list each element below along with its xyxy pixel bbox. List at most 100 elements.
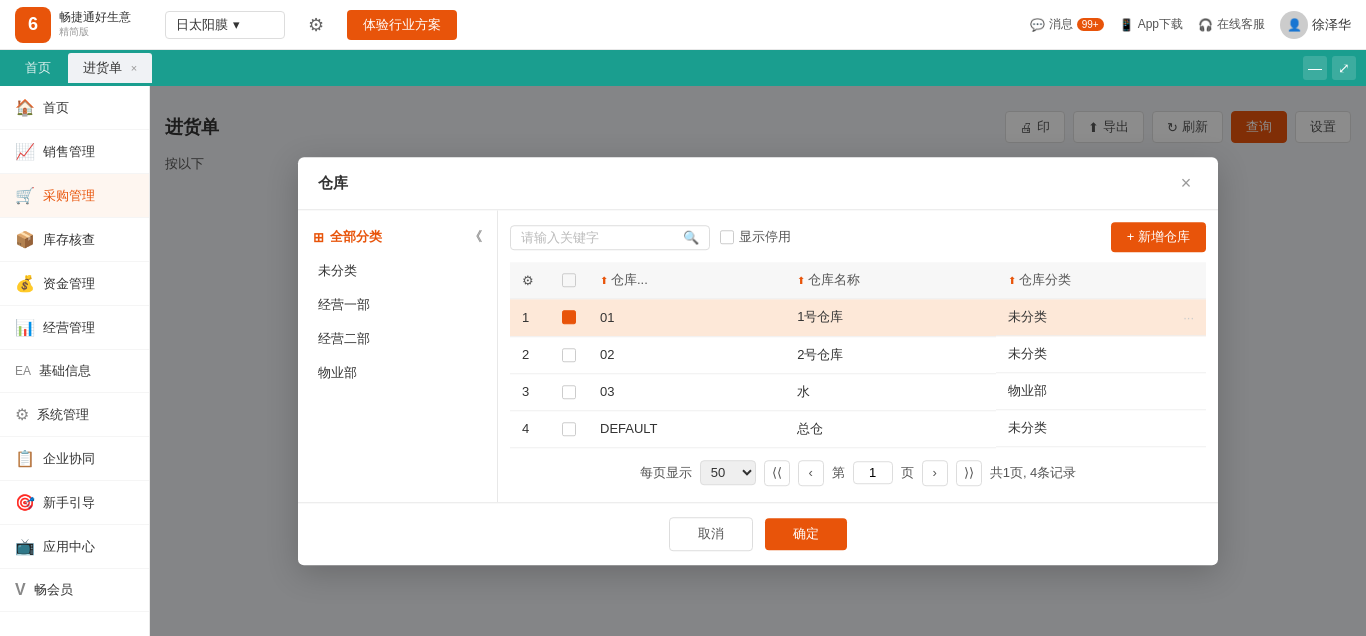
cat-item-property[interactable]: 物业部	[298, 356, 497, 390]
th-category: ⬆ 仓库分类	[996, 262, 1206, 299]
sales-icon: 📈	[15, 142, 35, 161]
show-disabled-checkbox-wrap[interactable]: 显示停用	[720, 228, 791, 246]
message-icon: 💬	[1030, 18, 1045, 32]
th-settings: ⚙	[510, 262, 550, 299]
table-row[interactable]: 1 01 1号仓库 未分类 ···	[510, 299, 1206, 337]
apps-icon: 📺	[15, 537, 35, 556]
avatar: 👤	[1280, 11, 1308, 39]
sidebar-item-purchase[interactable]: 🛒 采购管理	[0, 174, 149, 218]
sidebar-item-basic-info[interactable]: EA 基础信息	[0, 350, 149, 393]
page-last-btn[interactable]: ⟩⟩	[956, 460, 982, 486]
warehouse-table: ⚙ ⬆ 仓库...	[510, 262, 1206, 448]
row-name: 总仓	[785, 410, 995, 447]
row-checkbox[interactable]	[562, 311, 576, 325]
row-code: 02	[588, 336, 785, 373]
category-collapse-button[interactable]: 《	[469, 228, 482, 246]
page-prev-btn[interactable]: ‹	[798, 460, 824, 486]
sidebar-item-guide[interactable]: 🎯 新手引导	[0, 481, 149, 525]
row-checkbox[interactable]	[562, 348, 576, 362]
category-header[interactable]: ⊞ 全部分类 《	[298, 220, 497, 254]
online-service-area[interactable]: 🎧 在线客服	[1198, 16, 1265, 33]
message-badge: 99+	[1077, 18, 1104, 31]
show-disabled-checkbox[interactable]	[720, 230, 734, 244]
message-label: 消息	[1049, 16, 1073, 33]
sidebar-item-vip[interactable]: V 畅会员	[0, 569, 149, 612]
sidebar-item-enterprise[interactable]: 📋 企业协同	[0, 437, 149, 481]
enterprise-icon: 📋	[15, 449, 35, 468]
sidebar-item-purchase-label: 采购管理	[43, 187, 95, 205]
system-icon: ⚙	[15, 405, 29, 424]
th-code-sort-icon: ⬆	[600, 275, 608, 286]
row-code: 03	[588, 373, 785, 410]
headphone-icon: 🎧	[1198, 18, 1213, 32]
sidebar-item-system-label: 系统管理	[37, 406, 89, 424]
nav-tab-home-label: 首页	[25, 60, 51, 75]
page-size-select[interactable]: 50 10 20 100	[700, 460, 756, 485]
guide-icon: 🎯	[15, 493, 35, 512]
row-name: 水	[785, 373, 995, 410]
user-area[interactable]: 👤 徐泽华	[1280, 11, 1351, 39]
row-checkbox-cell	[550, 299, 588, 337]
modal-body: ⊞ 全部分类 《 未分类 经营一部 经营二部 物业部	[298, 210, 1218, 502]
sidebar-item-finance[interactable]: 💰 资金管理	[0, 262, 149, 306]
sidebar-item-sales[interactable]: 📈 销售管理	[0, 130, 149, 174]
row-num: 3	[510, 373, 550, 410]
table-area: 🔍 显示停用 + 新增仓库 ⚙	[498, 210, 1218, 502]
cat-item-operations-1[interactable]: 经营一部	[298, 288, 497, 322]
modal-header: 仓库 ×	[298, 157, 1218, 210]
sidebar-item-system[interactable]: ⚙ 系统管理	[0, 393, 149, 437]
page-number-input[interactable]	[853, 461, 893, 484]
cancel-button[interactable]: 取消	[669, 517, 753, 551]
vip-icon: V	[15, 581, 26, 599]
cat-item-unclassified[interactable]: 未分类	[298, 254, 497, 288]
trial-button[interactable]: 体验行业方案	[347, 10, 457, 40]
header-checkbox[interactable]	[562, 273, 576, 287]
header-settings-icon[interactable]: ⚙	[300, 9, 332, 41]
store-selector[interactable]: 日太阳膜 ▾	[165, 11, 285, 39]
search-icon[interactable]: 🔍	[683, 230, 699, 245]
row-category: 未分类 ···	[996, 299, 1206, 336]
sidebar-item-inventory[interactable]: 📦 库存核查	[0, 218, 149, 262]
row-actions-icon[interactable]: ···	[1183, 310, 1194, 325]
modal-close-button[interactable]: ×	[1174, 171, 1198, 195]
sidebar-item-apps[interactable]: 📺 应用中心	[0, 525, 149, 569]
row-name: 1号仓库	[785, 299, 995, 337]
dropdown-arrow-icon: ▾	[233, 17, 240, 32]
table-row[interactable]: 4 DEFAULT 总仓 未分类	[510, 410, 1206, 447]
table-toolbar: 🔍 显示停用 + 新增仓库	[510, 222, 1206, 252]
logo-area: 6 畅捷通好生意 精简版	[15, 7, 165, 43]
nav-tab-close-icon[interactable]: ×	[131, 62, 137, 74]
table-row[interactable]: 3 03 水 物业部	[510, 373, 1206, 410]
search-input-wrap: 🔍	[510, 225, 710, 250]
sidebar-item-inventory-label: 库存核查	[43, 231, 95, 249]
message-area[interactable]: 💬 消息 99+	[1030, 16, 1104, 33]
page-first-btn[interactable]: ⟨⟨	[764, 460, 790, 486]
page-label: 第	[832, 464, 845, 482]
app-download-area[interactable]: 📱 App下载	[1119, 16, 1183, 33]
page-total: 共1页, 4条记录	[990, 464, 1077, 482]
new-warehouse-button[interactable]: + 新增仓库	[1111, 222, 1206, 252]
modal-title: 仓库	[318, 174, 348, 193]
username: 徐泽华	[1312, 16, 1351, 34]
app-download-label: App下载	[1138, 16, 1183, 33]
page-next-btn[interactable]: ›	[922, 460, 948, 486]
nav-tab-purchase[interactable]: 进货单 ×	[68, 53, 152, 83]
nav-collapse-btn[interactable]: —	[1303, 56, 1327, 80]
sidebar-item-sales-label: 销售管理	[43, 143, 95, 161]
row-checkbox[interactable]	[562, 422, 576, 436]
sidebar-item-home[interactable]: 🏠 首页	[0, 86, 149, 130]
search-input[interactable]	[521, 230, 678, 245]
sidebar-item-operations[interactable]: 📊 经营管理	[0, 306, 149, 350]
header-right: 💬 消息 99+ 📱 App下载 🎧 在线客服 👤 徐泽华	[1030, 11, 1351, 39]
home-icon: 🏠	[15, 98, 35, 117]
finance-icon: 💰	[15, 274, 35, 293]
th-check	[550, 262, 588, 299]
confirm-button[interactable]: 确定	[765, 518, 847, 550]
row-category: 未分类	[996, 336, 1206, 373]
table-row[interactable]: 2 02 2号仓库 未分类	[510, 336, 1206, 373]
cat-item-operations-2[interactable]: 经营二部	[298, 322, 497, 356]
row-checkbox[interactable]	[562, 385, 576, 399]
nav-expand-btn[interactable]: ⤢	[1332, 56, 1356, 80]
nav-tab-home[interactable]: 首页	[10, 53, 66, 83]
sidebar-item-finance-label: 资金管理	[43, 275, 95, 293]
